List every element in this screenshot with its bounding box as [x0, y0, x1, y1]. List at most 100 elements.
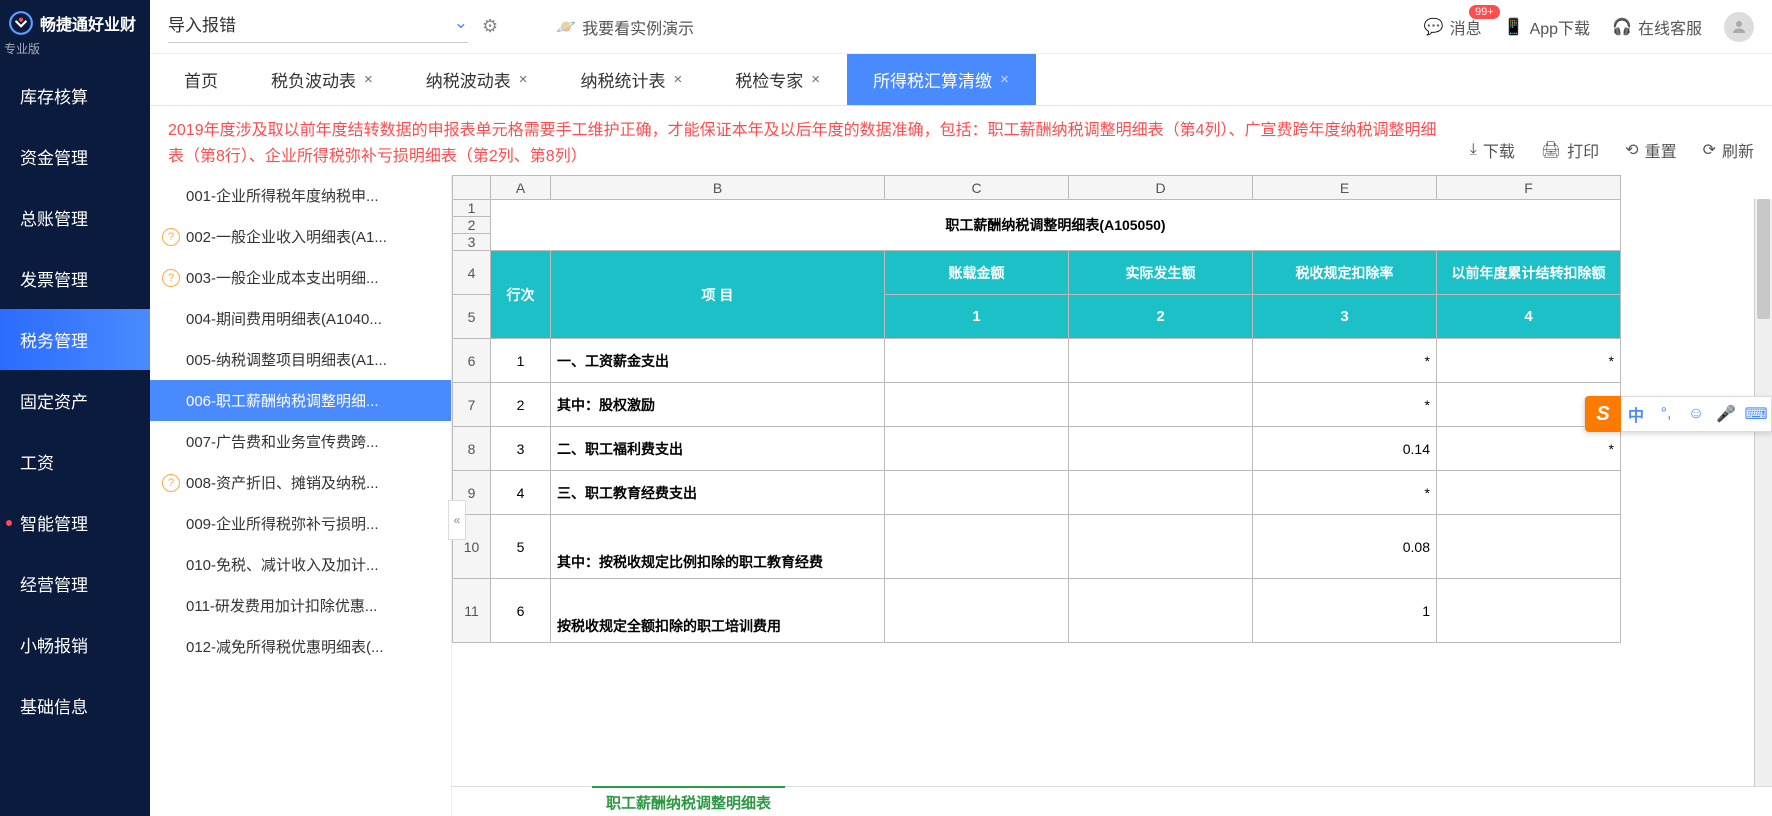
table-header: 账载金额 [885, 251, 1069, 295]
cell[interactable] [885, 339, 1069, 383]
tab-3[interactable]: 纳税统计表× [555, 54, 710, 105]
col-header[interactable]: E [1253, 176, 1437, 200]
search-input[interactable]: 导入报错 ⌄ [168, 11, 468, 43]
spreadsheet[interactable]: ABCDEF1职工薪酬纳税调整明细表(A105050)234行次项 目账载金额实… [452, 175, 1772, 786]
nav-item-7[interactable]: 智能管理 [0, 492, 150, 553]
user-icon [1730, 18, 1748, 36]
form-item-2[interactable]: 003-一般企业成本支出明细... [150, 257, 451, 298]
cell[interactable] [885, 383, 1069, 427]
cell[interactable] [1069, 339, 1253, 383]
form-item-9[interactable]: 010-免税、减计收入及加计... [150, 544, 451, 585]
avatar[interactable] [1724, 12, 1754, 42]
form-item-3[interactable]: 004-期间费用明细表(A1040... [150, 298, 451, 339]
messages-button[interactable]: 💬 消息 99+ [1424, 15, 1482, 39]
cell[interactable] [1069, 427, 1253, 471]
collapse-button[interactable]: « [448, 500, 466, 540]
tab-close-icon[interactable]: × [519, 71, 528, 88]
cell[interactable] [1069, 579, 1253, 643]
ime-toolbar[interactable]: S 中 °, ☺ 🎤 ⌨ [1584, 396, 1772, 432]
cell[interactable]: * [1437, 427, 1621, 471]
tab-bar: 首页税负波动表×纳税波动表×纳税统计表×税检专家×所得税汇算清缴× [150, 54, 1772, 106]
form-item-8[interactable]: 009-企业所得税弥补亏损明... [150, 503, 451, 544]
nav-item-4[interactable]: 税务管理 [0, 309, 150, 370]
table-header: 行次 [491, 251, 551, 339]
nav-item-3[interactable]: 发票管理 [0, 248, 150, 309]
demo-link[interactable]: 🪐 我要看实例演示 [556, 15, 694, 39]
form-item-5[interactable]: 006-职工薪酬纳税调整明细... [150, 380, 451, 421]
app-download-button[interactable]: 📱 App下载 [1504, 15, 1590, 39]
gear-icon[interactable]: ⚙ [482, 16, 498, 37]
reset-button[interactable]: ⟲重置 [1625, 138, 1676, 162]
col-header[interactable]: C [885, 176, 1069, 200]
cell[interactable] [1437, 471, 1621, 515]
tab-close-icon[interactable]: × [674, 71, 683, 88]
tab-close-icon[interactable]: × [364, 71, 373, 88]
ime-emoji-icon[interactable]: ☺ [1681, 405, 1711, 423]
form-item-6[interactable]: 007-广告费和业务宣传费跨... [150, 421, 451, 462]
cell[interactable]: 0.08 [1253, 515, 1437, 579]
cell[interactable] [1437, 515, 1621, 579]
form-item-4[interactable]: 005-纳税调整项目明细表(A1... [150, 339, 451, 380]
col-header[interactable]: B [551, 176, 885, 200]
tab-5[interactable]: 所得税汇算清缴× [847, 54, 1036, 105]
cell[interactable] [885, 427, 1069, 471]
refresh-button[interactable]: ⟳刷新 [1703, 138, 1754, 162]
tab-close-icon[interactable]: × [811, 71, 820, 88]
cell[interactable]: 0.14 [1253, 427, 1437, 471]
tab-0[interactable]: 首页 [158, 54, 245, 105]
tab-close-icon[interactable]: × [1000, 71, 1009, 88]
col-header[interactable]: A [491, 176, 551, 200]
search-area: 导入报错 ⌄ ⚙ [168, 11, 498, 43]
download-button[interactable]: ⤓下载 [1470, 138, 1515, 162]
nav-item-6[interactable]: 工资 [0, 431, 150, 492]
support-button[interactable]: 🎧 在线客服 [1612, 15, 1702, 39]
nav-item-8[interactable]: 经营管理 [0, 553, 150, 614]
col-header[interactable]: D [1069, 176, 1253, 200]
cell[interactable] [885, 471, 1069, 515]
form-item-7[interactable]: 008-资产折旧、摊销及纳税... [150, 462, 451, 503]
cell[interactable] [885, 579, 1069, 643]
form-list: 001-企业所得税年度纳税申...002-一般企业收入明细表(A1...003-… [150, 175, 452, 816]
col-header[interactable]: F [1437, 176, 1621, 200]
ime-mic-icon[interactable]: 🎤 [1711, 404, 1741, 424]
scroll-thumb[interactable] [1757, 199, 1770, 319]
tab-4[interactable]: 税检专家× [709, 54, 847, 105]
scrollbar-vertical[interactable] [1754, 199, 1772, 786]
col-header[interactable] [453, 176, 491, 200]
nav-item-10[interactable]: 基础信息 [0, 675, 150, 736]
nav-item-0[interactable]: 库存核算 [0, 65, 150, 126]
nav-item-1[interactable]: 资金管理 [0, 126, 150, 187]
nav-item-5[interactable]: 固定资产 [0, 370, 150, 431]
form-item-0[interactable]: 001-企业所得税年度纳税申... [150, 175, 451, 216]
cell[interactable]: * [1253, 471, 1437, 515]
chevron-down-icon[interactable]: ⌄ [454, 13, 468, 33]
nav-item-2[interactable]: 总账管理 [0, 187, 150, 248]
tab-2[interactable]: 纳税波动表× [400, 54, 555, 105]
main-area: 导入报错 ⌄ ⚙ 🪐 我要看实例演示 💬 消息 99+ 📱 App下载 🎧 在线… [150, 0, 1772, 816]
cell[interactable]: 1 [1253, 579, 1437, 643]
cell[interactable]: * [1253, 383, 1437, 427]
grid-table: ABCDEF1职工薪酬纳税调整明细表(A105050)234行次项 目账载金额实… [452, 175, 1621, 643]
print-button[interactable]: 🖨打印 [1541, 138, 1599, 162]
cell[interactable] [1069, 471, 1253, 515]
cell[interactable]: * [1437, 339, 1621, 383]
ime-lang[interactable]: 中 [1621, 402, 1651, 426]
sheet-tab-active[interactable]: 职工薪酬纳税调整明细表 [592, 786, 785, 816]
form-item-1[interactable]: 002-一般企业收入明细表(A1... [150, 216, 451, 257]
cell[interactable] [1069, 383, 1253, 427]
cell[interactable] [1069, 515, 1253, 579]
msg-badge: 99+ [1469, 5, 1500, 19]
form-item-10[interactable]: 011-研发费用加计扣除优惠... [150, 585, 451, 626]
ime-keyboard-icon[interactable]: ⌨ [1741, 404, 1771, 424]
sheet-area: ABCDEF1职工薪酬纳税调整明细表(A105050)234行次项 目账载金额实… [452, 175, 1772, 816]
cell[interactable] [885, 515, 1069, 579]
tab-1[interactable]: 税负波动表× [245, 54, 400, 105]
cell[interactable]: * [1253, 339, 1437, 383]
nav-list: 库存核算资金管理总账管理发票管理税务管理固定资产工资智能管理经营管理小畅报销基础… [0, 65, 150, 816]
sheet-tab-bar: 职工薪酬纳税调整明细表 [452, 786, 1772, 816]
cell[interactable] [1437, 579, 1621, 643]
ime-punct-icon[interactable]: °, [1651, 405, 1681, 423]
notice-row: 2019年度涉及取以前年度结转数据的申报表单元格需要手工维护正确，才能保证本年及… [150, 106, 1772, 175]
form-item-11[interactable]: 012-减免所得税优惠明细表(... [150, 626, 451, 667]
nav-item-9[interactable]: 小畅报销 [0, 614, 150, 675]
